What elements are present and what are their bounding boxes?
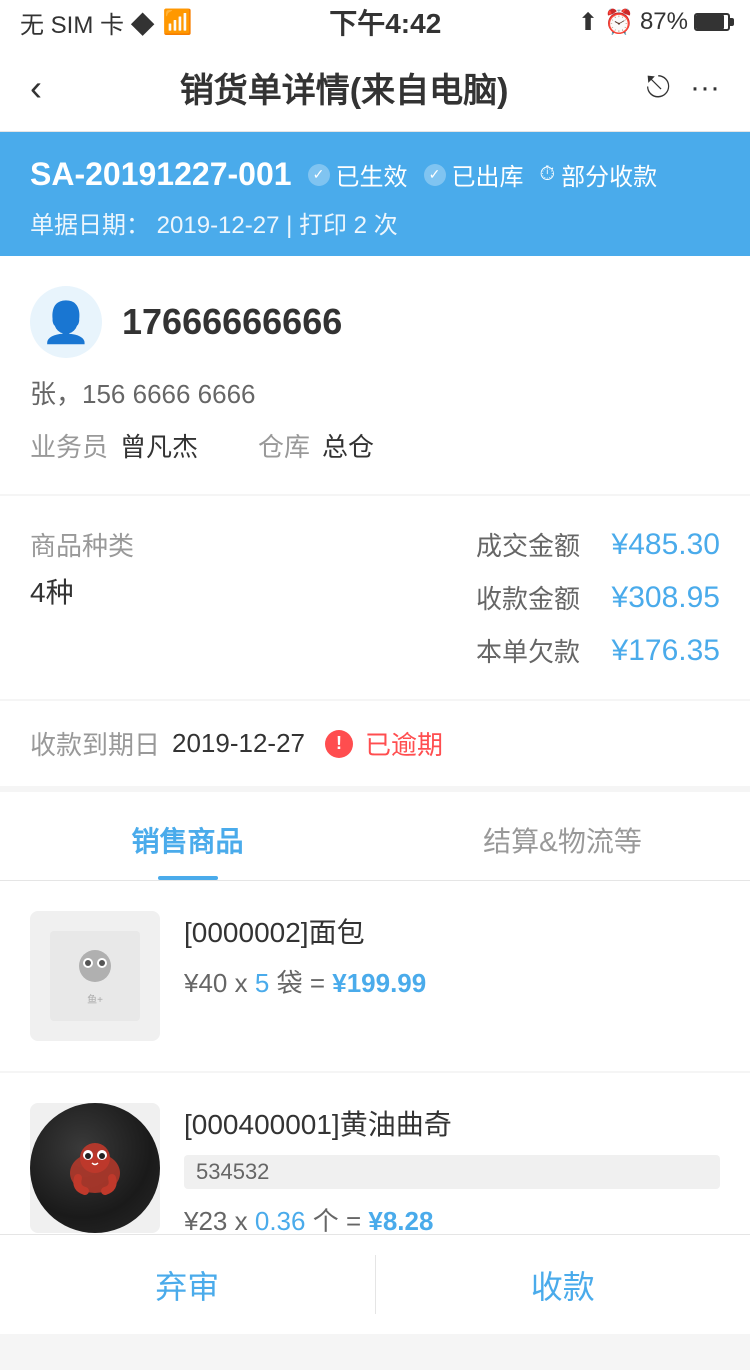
due-date: 2019-12-27 [172,728,305,759]
customer-phone: 17666666666 [122,301,342,343]
stats-section: 商品种类 4种 成交金额 ¥485.30 收款金额 ¥308.95 本单欠款 ¥… [0,496,750,699]
debt-value: ¥176.35 [600,634,720,668]
back-button[interactable]: ‹ [30,67,42,109]
transaction-value: ¥485.30 [600,528,720,562]
tab-products[interactable]: 销售商品 [0,792,375,880]
due-label: 收款到期日 [30,725,160,762]
status-right: ⬆ ⏰ 87% [578,8,730,37]
battery-icon [694,13,730,31]
nav-right: ⎋ ··· [646,71,720,105]
product-price-1: ¥40 x 5 袋 = ¥199.99 [184,963,720,1000]
price-base-2: ¥23 [184,1206,227,1236]
product-info-1: [0000002]面包 ¥40 x 5 袋 = ¥199.99 [184,911,720,1000]
salesperson-value: 曾凡杰 [120,427,198,464]
badge-partial: 部分收款 [540,157,658,192]
warehouse-label: 仓库 [258,427,310,464]
list-item: 鱼+ [0000002]面包 ¥40 x 5 袋 = ¥199.99 [0,881,750,1071]
badge-shipped: 已出库 [424,157,524,192]
product-thumbnail-1: 鱼+ [30,911,160,1041]
qty-2: 0.36 [255,1206,306,1236]
battery-level: 87% [640,8,688,36]
price-x-2: x [235,1206,255,1236]
stats-right: 成交金额 ¥485.30 收款金额 ¥308.95 本单欠款 ¥176.35 [476,526,720,669]
customer-section: 👤 17666666666 张，156 6666 6666 业务员 曾凡杰 仓库… [0,256,750,494]
product-info-2: [000400001]黄油曲奇 534532 ¥23 x 0.36 个 = ¥8… [184,1103,720,1238]
alarm-icon: ⏰ [604,8,634,37]
transaction-label: 成交金额 [476,526,580,563]
order-id: SA-20191227-001 [30,156,292,193]
date-label: 单据日期： [30,212,150,239]
order-date-row: 单据日期： 2019-12-27 | 打印 2 次 [30,205,720,240]
customer-name: 张，156 6666 6666 [30,374,720,411]
confirm-button[interactable]: 收款 [376,1235,750,1334]
nav-left: ‹ [30,67,42,109]
total-1: ¥199.99 [332,968,426,998]
category-label: 商品种类 [30,526,134,563]
tabs-section: 销售商品 结算&物流等 [0,788,750,881]
print-info: | 打印 2 次 [286,212,398,239]
svg-text:鱼+: 鱼+ [87,993,103,1006]
clock: 下午4:42 [329,2,441,42]
qty-1: 5 [255,968,269,998]
product-name-2: [000400001]黄油曲奇 [184,1103,720,1143]
nav-bar: ‹ 销货单详情(来自电脑) ⎋ ··· [0,44,750,132]
product-image-placeholder: 鱼+ [50,931,140,1021]
product-name-1: [0000002]面包 [184,911,720,951]
transaction-row: 成交金额 ¥485.30 [476,526,720,563]
status-left: 无 SIM 卡 ◆ 📶 [20,5,193,40]
price-base-1: ¥40 [184,968,227,998]
total-2: ¥8.28 [368,1206,433,1236]
warehouse-item: 仓库 总仓 [258,427,374,464]
badge-effective: 已生效 [308,157,408,192]
salesperson-item: 业务员 曾凡杰 [30,427,198,464]
price-eq-2: = [346,1206,368,1236]
share-icon[interactable]: ⎋ [646,71,670,105]
overdue-icon: ! [325,730,353,758]
due-date-section: 收款到期日 2019-12-27 ! 已逾期 [0,701,750,786]
location-icon: ⬆ [578,8,598,37]
order-id-row: SA-20191227-001 已生效 已出库 部分收款 [30,156,720,193]
unit-1: 袋 [277,968,303,998]
tabs-bar: 销售商品 结算&物流等 [0,792,750,881]
status-bar: 无 SIM 卡 ◆ 📶 下午4:42 ⬆ ⏰ 87% [0,0,750,44]
collected-label: 收款金额 [476,579,580,616]
cancel-button[interactable]: 弃审 [0,1235,375,1334]
overdue-text: 已逾期 [365,725,443,762]
order-date: 2019-12-27 [157,212,280,239]
page-title: 销货单详情(来自电脑) [180,63,509,112]
animal-icon [50,1123,140,1213]
bottom-bar: 弃审 收款 [0,1234,750,1334]
salesperson-label: 业务员 [30,427,108,464]
product-image-2 [30,1103,160,1233]
unit-2: 个 [313,1206,339,1236]
warehouse-value: 总仓 [322,427,374,464]
customer-meta: 业务员 曾凡杰 仓库 总仓 [30,427,720,464]
price-eq-1: = [310,968,332,998]
product-price-2: ¥23 x 0.36 个 = ¥8.28 [184,1201,720,1238]
debt-label: 本单欠款 [476,632,580,669]
customer-row: 👤 17666666666 [30,286,720,358]
product-thumbnail-2 [30,1103,160,1233]
more-icon[interactable]: ··· [690,71,720,105]
product-sku-2: 534532 [184,1155,720,1189]
header-banner: SA-20191227-001 已生效 已出库 部分收款 单据日期： 2019-… [0,132,750,256]
collected-value: ¥308.95 [600,581,720,615]
tab-settlement[interactable]: 结算&物流等 [375,792,750,880]
wifi-icon: 📶 [163,8,193,37]
debt-row: 本单欠款 ¥176.35 [476,632,720,669]
avatar: 👤 [30,286,102,358]
user-icon: 👤 [41,299,91,346]
price-x-1: x [235,968,255,998]
collected-row: 收款金额 ¥308.95 [476,579,720,616]
category-count: 4种 [30,571,134,611]
stats-left: 商品种类 4种 [30,526,134,611]
sim-status: 无 SIM 卡 ◆ [20,5,155,40]
